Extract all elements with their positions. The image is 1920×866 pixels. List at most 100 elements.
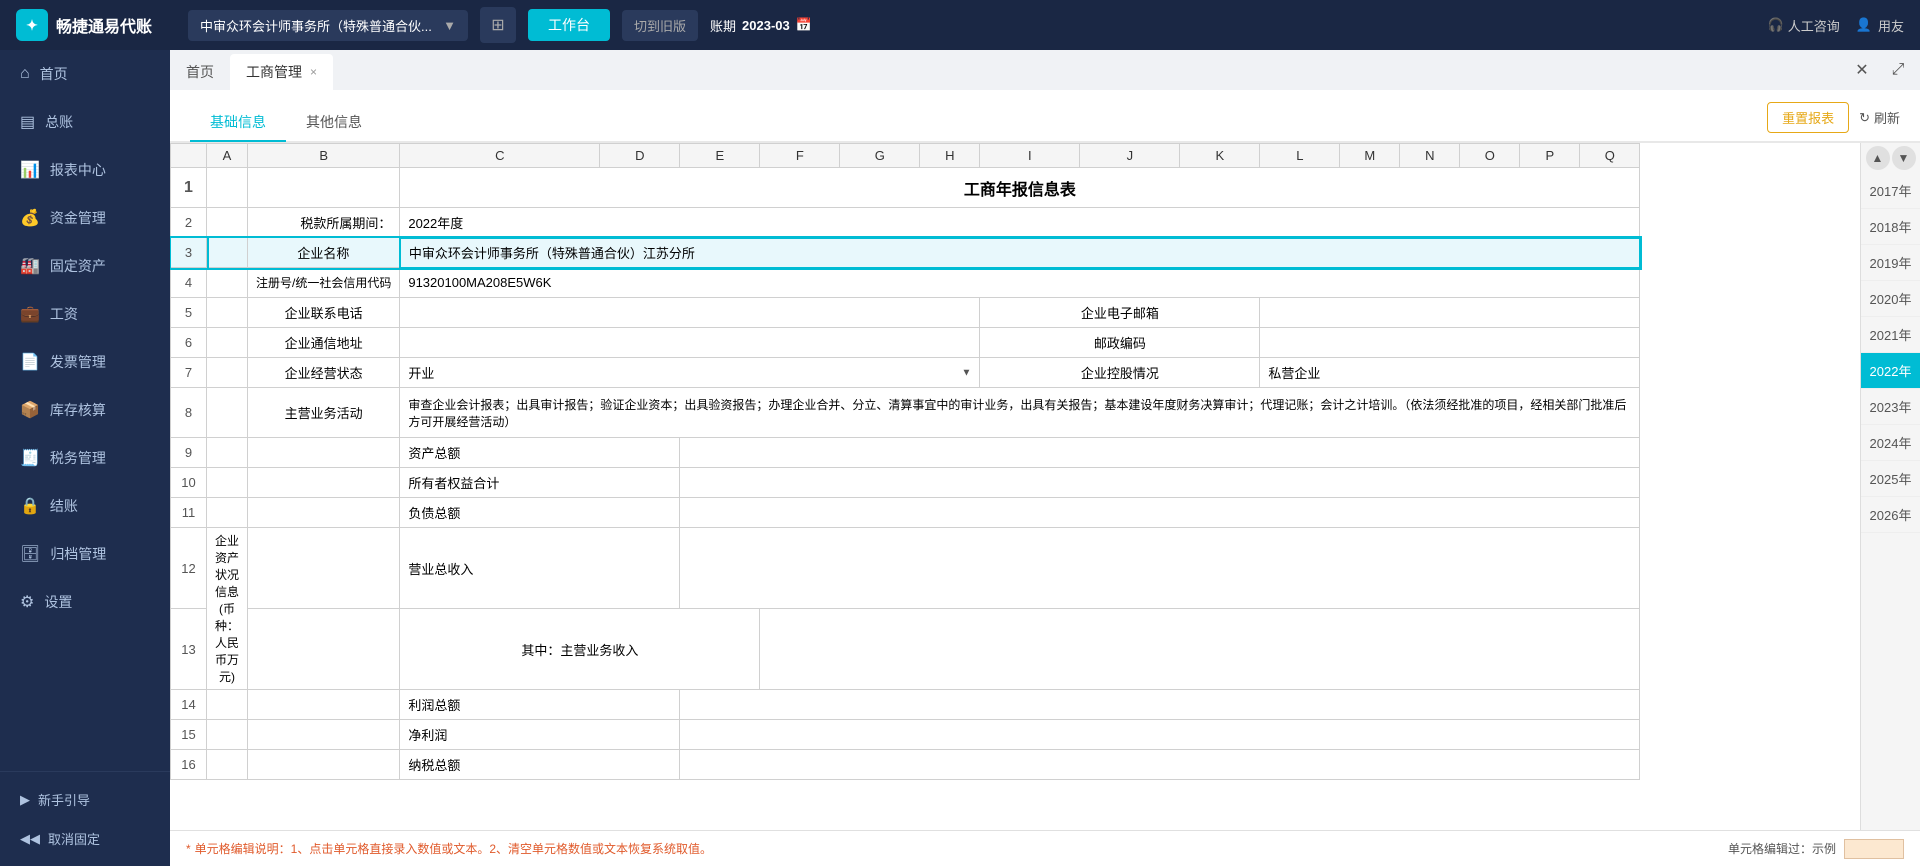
tab-business-mgmt[interactable]: 工商管理 × xyxy=(230,54,333,90)
row10-value[interactable] xyxy=(680,468,1640,498)
user-label: 用友 xyxy=(1878,16,1904,35)
col-e-header[interactable]: E xyxy=(680,144,760,168)
old-version-button[interactable]: 切到旧版 xyxy=(622,10,698,41)
tab-home[interactable]: 首页 xyxy=(170,54,230,90)
user-area[interactable]: 👤 用友 xyxy=(1856,16,1904,35)
row-num-6: 6 xyxy=(171,328,207,358)
row-num-16: 16 xyxy=(171,750,207,780)
year-2024[interactable]: 2024年 xyxy=(1861,425,1920,461)
sub-tab-basic[interactable]: 基础信息 xyxy=(190,104,286,142)
window-controls: ✕ ⤢ xyxy=(1840,50,1920,90)
sub-tab-other[interactable]: 其他信息 xyxy=(286,104,382,142)
row7-holding-label: 企业控股情况 xyxy=(980,358,1260,388)
year-2021[interactable]: 2021年 xyxy=(1861,317,1920,353)
sidebar-item-fund[interactable]: 💰 资金管理 xyxy=(0,194,170,242)
header-right: 🎧 人工咨询 👤 用友 xyxy=(1768,16,1904,35)
col-k-header[interactable]: K xyxy=(1180,144,1260,168)
row3-a xyxy=(207,238,248,268)
refresh-button[interactable]: ↻ 刷新 xyxy=(1859,108,1900,127)
sidebar-item-close[interactable]: 🔒 结账 xyxy=(0,482,170,530)
row7-status-value[interactable]: 开业 ▼ xyxy=(400,358,980,388)
company-name: 中审众环会计师事务所（特殊普通合伙... xyxy=(200,16,432,35)
sidebar-item-home[interactable]: ⌂ 首页 xyxy=(0,50,170,98)
refresh-label: 刷新 xyxy=(1874,108,1900,127)
table-scroll[interactable]: A B C D E F G H I J xyxy=(170,143,1860,830)
col-m-header[interactable]: M xyxy=(1340,144,1400,168)
reset-report-button[interactable]: 重置报表 xyxy=(1767,102,1849,133)
year-2026[interactable]: 2026年 xyxy=(1861,497,1920,533)
row5-email-value[interactable] xyxy=(1260,298,1640,328)
col-g-header[interactable]: G xyxy=(840,144,920,168)
row16-a xyxy=(207,750,248,780)
workbench-button[interactable]: 工作台 xyxy=(528,9,610,41)
service-button[interactable]: 🎧 人工咨询 xyxy=(1768,16,1840,35)
row15-a xyxy=(207,720,248,750)
sidebar-item-report[interactable]: 📊 报表中心 xyxy=(0,146,170,194)
year-panel-header: ▲ ▼ xyxy=(1861,143,1920,173)
row16-value[interactable] xyxy=(680,750,1640,780)
sidebar-item-tax[interactable]: 🧾 税务管理 xyxy=(0,434,170,482)
row11-value[interactable] xyxy=(680,498,1640,528)
year-2025[interactable]: 2025年 xyxy=(1861,461,1920,497)
row15-value[interactable] xyxy=(680,720,1640,750)
row6-addr-value[interactable] xyxy=(400,328,980,358)
sub-tabs: 基础信息 其他信息 重置报表 ↻ 刷新 xyxy=(170,90,1920,143)
col-f-header[interactable]: F xyxy=(760,144,840,168)
table-row: 6 企业通信地址 邮政编码 xyxy=(171,328,1640,358)
sidebar-label-archive: 归档管理 xyxy=(50,544,106,564)
col-d-header[interactable]: D xyxy=(600,144,680,168)
unpin-icon: ◀◀ xyxy=(20,831,40,847)
hint-star: * xyxy=(186,842,191,856)
year-2018[interactable]: 2018年 xyxy=(1861,209,1920,245)
row2-value[interactable]: 2022年度 xyxy=(400,208,1640,238)
sidebar-item-inventory[interactable]: 📦 库存核算 xyxy=(0,386,170,434)
col-p-header[interactable]: P xyxy=(1520,144,1580,168)
row12-value[interactable] xyxy=(680,528,1640,609)
row3-value[interactable]: 中审众环会计师事务所（特殊普通合伙）江苏分所 xyxy=(400,238,1640,268)
company-selector[interactable]: 中审众环会计师事务所（特殊普通合伙... ▼ xyxy=(188,10,468,41)
sidebar-item-invoice[interactable]: 📄 发票管理 xyxy=(0,338,170,386)
sidebar-guide[interactable]: ▶ 新手引导 xyxy=(0,780,170,819)
sidebar-item-archive[interactable]: 🗄 归档管理 xyxy=(0,530,170,578)
col-h-header[interactable]: H xyxy=(920,144,980,168)
col-i-header[interactable]: I xyxy=(980,144,1080,168)
row9-value[interactable] xyxy=(680,438,1640,468)
row13-value[interactable] xyxy=(760,609,1640,690)
row-num-8: 8 xyxy=(171,388,207,438)
col-n-header[interactable]: N xyxy=(1400,144,1460,168)
year-2023[interactable]: 2023年 xyxy=(1861,389,1920,425)
year-2019[interactable]: 2019年 xyxy=(1861,245,1920,281)
row4-value[interactable]: 91320100MA208E5W6K xyxy=(400,268,1640,298)
year-2020[interactable]: 2020年 xyxy=(1861,281,1920,317)
bottom-bar-right: 单元格编辑过：示例 xyxy=(1728,839,1904,859)
col-q-header[interactable]: Q xyxy=(1580,144,1640,168)
sidebar-item-asset[interactable]: 🏭 固定资产 xyxy=(0,242,170,290)
col-a-header[interactable]: A xyxy=(207,144,248,168)
year-up-arrow[interactable]: ▲ xyxy=(1866,146,1890,170)
col-l-header[interactable]: L xyxy=(1260,144,1340,168)
sidebar-item-settings[interactable]: ⚙ 设置 xyxy=(0,578,170,626)
year-down-arrow[interactable]: ▼ xyxy=(1892,146,1916,170)
col-o-header[interactable]: O xyxy=(1460,144,1520,168)
sidebar-unpin[interactable]: ◀◀ 取消固定 xyxy=(0,819,170,858)
company-icon-btn[interactable]: ⊞ xyxy=(480,7,516,43)
table-row: 16 纳税总额 xyxy=(171,750,1640,780)
row5-email-label: 企业电子邮箱 xyxy=(980,298,1260,328)
sidebar-item-ledger[interactable]: ▤ 总账 xyxy=(0,98,170,146)
col-b-header[interactable]: B xyxy=(248,144,400,168)
row16-b xyxy=(248,750,400,780)
sidebar-item-payroll[interactable]: 💼 工资 xyxy=(0,290,170,338)
tab-close-icon[interactable]: × xyxy=(310,65,317,79)
row5-phone-value[interactable] xyxy=(400,298,980,328)
sidebar-label-tax: 税务管理 xyxy=(50,448,106,468)
col-j-header[interactable]: J xyxy=(1080,144,1180,168)
year-2022[interactable]: 2022年 xyxy=(1861,353,1920,389)
col-c-header[interactable]: C xyxy=(400,144,600,168)
row6-postal-value[interactable] xyxy=(1260,328,1640,358)
window-resize-button[interactable]: ⤢ xyxy=(1884,56,1912,84)
window-close-button[interactable]: ✕ xyxy=(1848,56,1876,84)
row14-value[interactable] xyxy=(680,690,1640,720)
row8-value[interactable]: 审查企业会计报表；出具审计报告；验证企业资本；出具验资报告；办理企业合并、分立、… xyxy=(400,388,1640,438)
calendar-icon[interactable]: 📅 xyxy=(796,17,812,33)
year-2017[interactable]: 2017年 xyxy=(1861,173,1920,209)
